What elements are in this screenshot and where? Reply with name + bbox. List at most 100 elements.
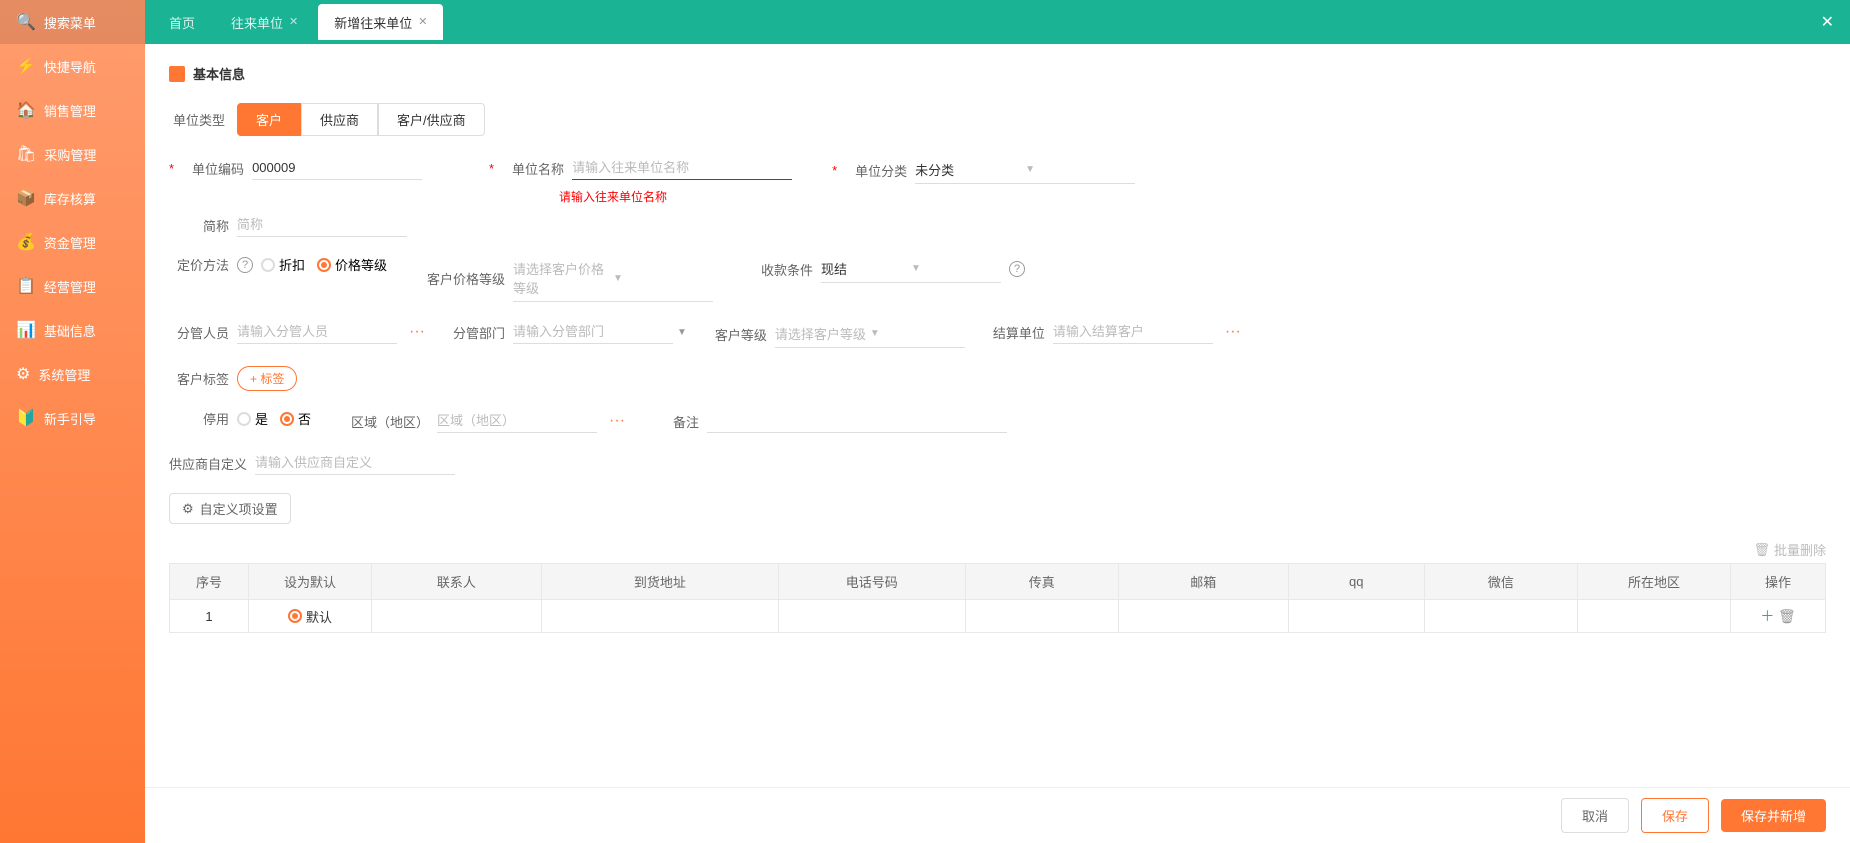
region-dots-btn[interactable]: ··· [605,412,629,430]
close-new-counterparty-tab[interactable]: ✕ [418,17,427,28]
tabbar: 首页 往来单位 ✕ 新增往来单位 ✕ ✕ [145,0,1850,44]
sidebar-item-search[interactable]: 🔍 搜索菜单 [0,0,145,44]
unit-name-error: 请输入往来单位名称 [559,190,667,204]
section-title: 基本信息 [193,64,245,83]
cell-fax [965,600,1118,633]
unit-btn-both[interactable]: 客户/供应商 [378,103,485,136]
col-action: 操作 [1731,564,1826,600]
settlement-unit-input[interactable] [1053,320,1213,344]
sidebar-item-inventory[interactable]: 📦 库存核算 [0,176,145,220]
save-and-new-button[interactable]: 保存并新增 [1721,799,1826,832]
unit-name-input[interactable] [572,156,792,180]
disable-yes-option[interactable]: 是 [237,409,268,428]
customer-tag-row: 客户标签 + 标签 [169,366,1826,391]
customer-level-arrow: ▼ [870,328,965,339]
main-area: 首页 往来单位 ✕ 新增往来单位 ✕ ✕ 基本信息 单位类型 客户 供应商 客户… [145,0,1850,843]
customer-tag-label: 客户标签 [169,369,229,388]
disable-no-radio[interactable] [280,412,294,426]
sidebar: 🔍 搜索菜单 ⚡ 快捷导航 🏠 销售管理 🛍 采购管理 📦 库存核算 💰 资金管… [0,0,145,843]
cell-qq [1288,600,1424,633]
close-counterparty-tab[interactable]: ✕ [289,17,298,28]
phone-input[interactable] [827,609,917,624]
note-label: 备注 [669,412,699,431]
cell-phone [778,600,965,633]
sidebar-item-system[interactable]: ⚙ 系统管理 [0,352,145,396]
custom-settings-button[interactable]: ⚙ 自定义项设置 [169,493,291,524]
pricing-price-level-radio[interactable] [317,258,331,272]
unit-category-select[interactable]: 未分类 ▼ [915,156,1135,184]
save-button[interactable]: 保存 [1641,798,1709,833]
footer: 取消 保存 保存并新增 [145,787,1850,843]
cell-region [1577,600,1730,633]
dept-label: 分管部门 [449,323,505,342]
col-contact: 联系人 [371,564,541,600]
default-radio-item[interactable]: 默认 [259,607,361,626]
supplier-custom-label: 供应商自定义 [169,454,247,473]
supplier-custom-input[interactable] [255,451,455,475]
batch-delete-area: 🗑 批量删除 [169,540,1826,559]
disable-no-option[interactable]: 否 [280,409,311,428]
sidebar-item-guide[interactable]: 🔰 新手引导 [0,396,145,440]
sidebar-item-sales[interactable]: 🏠 销售管理 [0,88,145,132]
region-label: 区域（地区） [351,412,429,431]
col-fax: 传真 [965,564,1118,600]
section-header: 基本信息 [169,64,1826,83]
default-radio[interactable] [288,609,302,623]
qq-input[interactable] [1326,609,1386,624]
table-region-input[interactable] [1619,609,1689,624]
close-window-button[interactable]: ✕ [1821,12,1834,32]
sidebar-item-finance[interactable]: 💰 资金管理 [0,220,145,264]
price-level-arrow: ▼ [613,273,713,284]
add-tag-button[interactable]: + 标签 [237,366,297,391]
region-input[interactable] [437,409,597,433]
unit-code-input[interactable] [252,156,422,180]
col-qq: qq [1288,564,1424,600]
note-input[interactable] [707,409,1007,433]
cancel-button[interactable]: 取消 [1561,798,1629,833]
sidebar-item-quick-nav[interactable]: ⚡ 快捷导航 [0,44,145,88]
delete-row-button[interactable]: 🗑 [1778,608,1796,625]
pricing-discount-option[interactable]: 折扣 [261,255,305,274]
disable-label: 停用 [169,409,229,428]
supervisor-row: 分管人员 ··· 分管部门 ▼ 客户等级 请选择客户等级 ▼ 结算单位 [169,320,1826,348]
table-row: 1 默认 ＋ [170,600,1826,633]
unit-btn-supplier[interactable]: 供应商 [301,103,378,136]
sidebar-item-basic-info[interactable]: 📊 基础信息 [0,308,145,352]
short-name-input[interactable] [237,213,407,237]
payment-terms-select[interactable]: 现结 ▼ [821,255,1001,283]
contact-input[interactable] [416,609,496,624]
pricing-radio-group: 折扣 价格等级 [261,255,387,274]
cell-default: 默认 [249,600,372,633]
dept-input[interactable] [513,320,673,344]
tab-counterparty[interactable]: 往来单位 ✕ [215,4,314,40]
customer-price-level-label: 客户价格等级 [427,269,505,288]
tab-home[interactable]: 首页 [153,4,211,40]
col-default: 设为默认 [249,564,372,600]
pricing-discount-radio[interactable] [261,258,275,272]
sidebar-item-purchase[interactable]: 🛍 采购管理 [0,132,145,176]
customer-price-level-select[interactable]: 请选择客户价格等级 ▼ [513,255,713,302]
col-address: 到货地址 [541,564,778,600]
supervisor-input[interactable] [237,320,397,344]
code-name-category-row: * 单位编码 * 单位名称 请输入往来单位名称 * 单位分类 [169,156,1826,205]
customer-level-select[interactable]: 请选择客户等级 ▼ [775,320,965,348]
pricing-price-level-option[interactable]: 价格等级 [317,255,387,274]
contact-table: 序号 设为默认 联系人 到货地址 电话号码 传真 邮箱 qq 微信 所在地区 操… [169,563,1826,633]
settlement-unit-dots-btn[interactable]: ··· [1221,323,1245,341]
tab-new-counterparty[interactable]: 新增往来单位 ✕ [318,4,443,40]
sidebar-item-operations[interactable]: 📋 经营管理 [0,264,145,308]
payment-terms-help-icon[interactable]: ? [1009,261,1025,277]
email-input[interactable] [1163,609,1243,624]
pricing-help-icon[interactable]: ? [237,257,253,273]
add-row-button[interactable]: ＋ [1760,606,1774,626]
disable-yes-radio[interactable] [237,412,251,426]
address-input[interactable] [600,609,720,624]
supervisor-dots-btn[interactable]: ··· [405,323,429,341]
wechat-input[interactable] [1466,609,1536,624]
unit-btn-customer[interactable]: 客户 [237,103,301,136]
fax-input[interactable] [1007,609,1077,624]
basic-info-icon: 📊 [16,320,36,340]
cell-email [1118,600,1288,633]
batch-delete-label[interactable]: 批量删除 [1774,540,1826,559]
sales-icon: 🏠 [16,100,36,120]
